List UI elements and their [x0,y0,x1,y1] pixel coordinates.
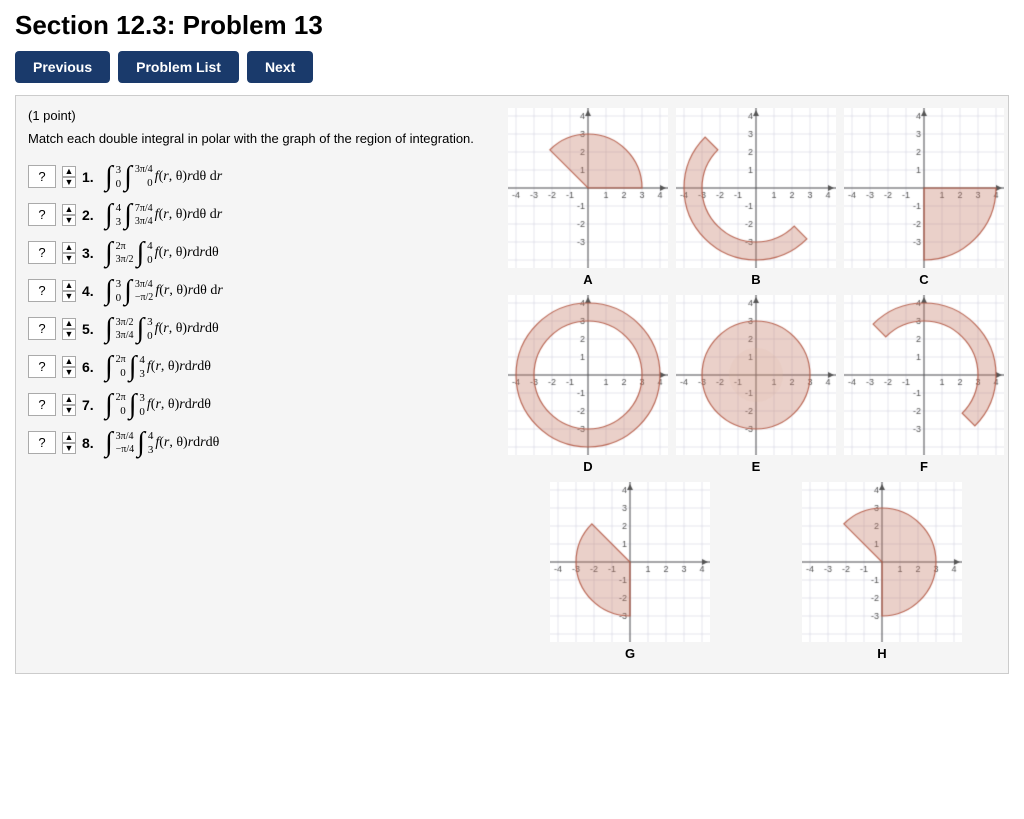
answer-box-6[interactable]: ? [28,355,56,378]
stepper-up-6[interactable]: ▲ [62,356,76,367]
problem-item-8: ? ▲ ▼ 8. ∫ 3π/4−π/4 ∫ 43 f(r, θ) r dr dθ [28,429,488,457]
math-7: ∫ 2π0 ∫ 30 f(r, θ) r dr dθ [104,391,211,419]
problem-number-4: 4. [82,283,98,299]
bottom-graphs-grid: G H [508,482,1004,661]
problem-item-6: ? ▲ ▼ 6. ∫ 2π0 ∫ 43 f(r, θ) r dr dθ [28,353,488,381]
answer-box-3[interactable]: ? [28,241,56,264]
answer-box-2[interactable]: ? [28,203,56,226]
stepper-7[interactable]: ▲ ▼ [62,394,76,416]
stepper-up-3[interactable]: ▲ [62,242,76,253]
stepper-6[interactable]: ▲ ▼ [62,356,76,378]
answer-box-1[interactable]: ? [28,165,56,188]
math-4: ∫ 30 ∫ 3π/4−π/2 f(r, θ) r dθ dr [104,277,223,305]
stepper-down-3[interactable]: ▼ [62,253,76,264]
graph-cell-h: H [760,482,1004,661]
problem-item-3: ? ▲ ▼ 3. ∫ 2π3π/2 ∫ 40 f(r, θ) r dr dθ [28,239,488,267]
graphs-panel: A B C D E [508,108,1004,661]
graph-label-h: H [877,646,886,661]
answer-box-5[interactable]: ? [28,317,56,340]
graph-cell-d: D [508,295,668,474]
stepper-up-7[interactable]: ▲ [62,394,76,405]
problem-item-4: ? ▲ ▼ 4. ∫ 30 ∫ 3π/4−π/2 f(r, θ) r dθ dr [28,277,488,305]
math-3: ∫ 2π3π/2 ∫ 40 f(r, θ) r dr dθ [104,239,219,267]
graph-cell-b: B [676,108,836,287]
page-title: Section 12.3: Problem 13 [15,10,1009,41]
problem-number-5: 5. [82,321,98,337]
graph-canvas-h [802,482,962,642]
math-5: ∫ 3π/23π/4 ∫ 30 f(r, θ) r dr dθ [104,315,219,343]
graph-cell-e: E [676,295,836,474]
math-2: ∫ 43 ∫ 7π/43π/4 f(r, θ) r dθ dr [104,201,222,229]
problem-number-1: 1. [82,169,98,185]
graph-cell-f: F [844,295,1004,474]
stepper-4[interactable]: ▲ ▼ [62,280,76,302]
stepper-down-2[interactable]: ▼ [62,215,76,226]
graph-cell-a: A [508,108,668,287]
graph-cell-c: C [844,108,1004,287]
problem-number-7: 7. [82,397,98,413]
graph-label-e: E [752,459,761,474]
graph-label-b: B [751,272,760,287]
graph-canvas-d [508,295,668,455]
graph-label-f: F [920,459,928,474]
stepper-2[interactable]: ▲ ▼ [62,204,76,226]
problem-number-8: 8. [82,435,98,451]
stepper-down-6[interactable]: ▼ [62,367,76,378]
graph-canvas-b [676,108,836,268]
graph-label-a: A [583,272,592,287]
graph-canvas-e [676,295,836,455]
problem-item-5: ? ▲ ▼ 5. ∫ 3π/23π/4 ∫ 30 f(r, θ) r dr dθ [28,315,488,343]
problem-item-2: ? ▲ ▼ 2. ∫ 43 ∫ 7π/43π/4 f(r, θ) r dθ dr [28,201,488,229]
graph-label-d: D [583,459,592,474]
graph-canvas-c [844,108,1004,268]
stepper-up-5[interactable]: ▲ [62,318,76,329]
stepper-5[interactable]: ▲ ▼ [62,318,76,340]
answer-box-7[interactable]: ? [28,393,56,416]
stepper-up-4[interactable]: ▲ [62,280,76,291]
stepper-8[interactable]: ▲ ▼ [62,432,76,454]
math-6: ∫ 2π0 ∫ 43 f(r, θ) r dr dθ [104,353,211,381]
previous-button[interactable]: Previous [15,51,110,83]
stepper-down-4[interactable]: ▼ [62,291,76,302]
problem-list-button[interactable]: Problem List [118,51,239,83]
stepper-up-1[interactable]: ▲ [62,166,76,177]
instructions: Match each double integral in polar with… [28,129,488,149]
point-label: (1 point) [28,108,488,123]
stepper-down-8[interactable]: ▼ [62,443,76,454]
graph-label-g: G [625,646,635,661]
problem-number-3: 3. [82,245,98,261]
stepper-1[interactable]: ▲ ▼ [62,166,76,188]
problem-number-2: 2. [82,207,98,223]
stepper-down-7[interactable]: ▼ [62,405,76,416]
stepper-up-2[interactable]: ▲ [62,204,76,215]
problem-item-7: ? ▲ ▼ 7. ∫ 2π0 ∫ 30 f(r, θ) r dr dθ [28,391,488,419]
stepper-3[interactable]: ▲ ▼ [62,242,76,264]
graph-canvas-g [550,482,710,642]
graph-label-c: C [919,272,928,287]
math-8: ∫ 3π/4−π/4 ∫ 43 f(r, θ) r dr dθ [104,429,219,457]
stepper-down-5[interactable]: ▼ [62,329,76,340]
next-button[interactable]: Next [247,51,313,83]
problem-item-1: ? ▲ ▼ 1. ∫ 30 ∫ 3π/40 f(r, θ) r dθ dr [28,163,488,191]
stepper-up-8[interactable]: ▲ [62,432,76,443]
top-graphs-grid: A B C D E [508,108,1004,474]
answer-box-4[interactable]: ? [28,279,56,302]
problem-number-6: 6. [82,359,98,375]
graph-cell-g: G [508,482,752,661]
problem-list: ? ▲ ▼ 1. ∫ 30 ∫ 3π/40 f(r, θ) r dθ dr [28,163,488,457]
stepper-down-1[interactable]: ▼ [62,177,76,188]
math-1: ∫ 30 ∫ 3π/40 f(r, θ) r dθ dr [104,163,222,191]
answer-box-8[interactable]: ? [28,431,56,454]
graph-canvas-a [508,108,668,268]
graph-canvas-f [844,295,1004,455]
